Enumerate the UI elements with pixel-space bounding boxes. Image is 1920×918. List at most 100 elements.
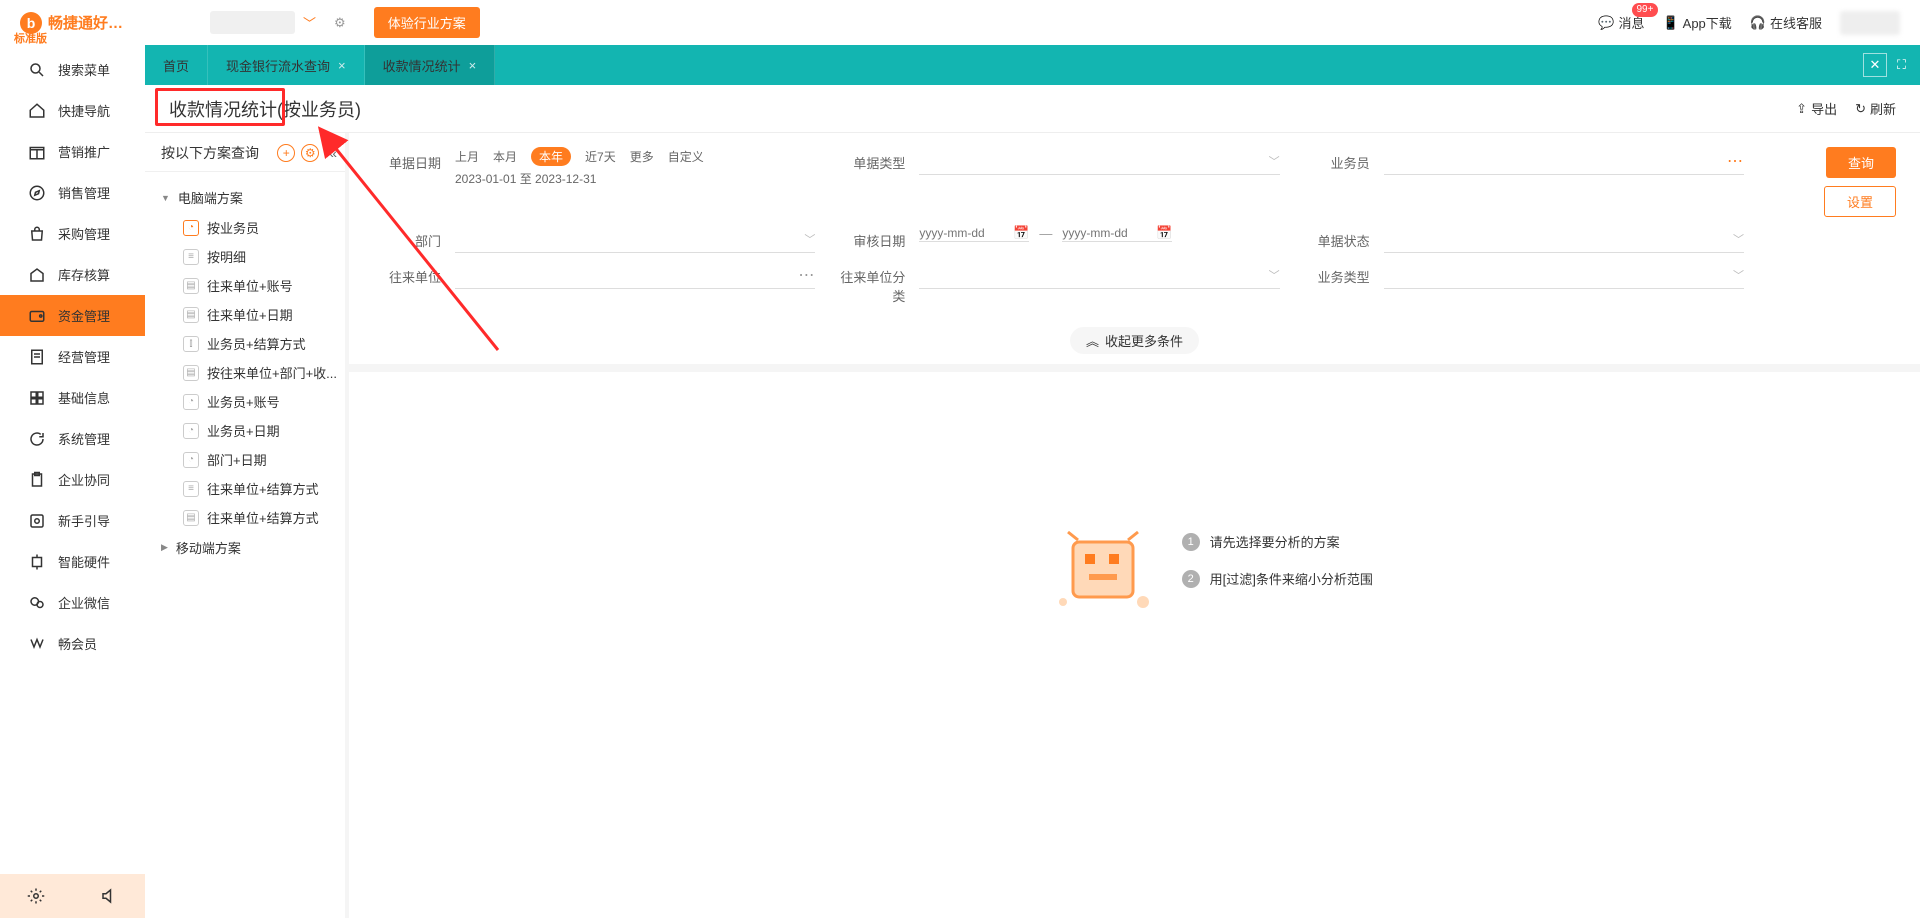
bars-icon: ≡ <box>183 249 199 265</box>
tree-item[interactable]: ▤往来单位+账号 <box>183 271 345 300</box>
tab-strip: 首页 现金银行流水查询× 收款情况统计× ✕ ⛶ <box>145 45 1920 85</box>
clock-icon: ◔ <box>183 394 199 410</box>
close-icon[interactable]: × <box>338 58 346 73</box>
collapse-panel-icon[interactable]: « <box>329 145 337 161</box>
field-dept: 部门 ﹀ <box>373 225 815 253</box>
logo-text: 畅捷通好… <box>48 12 123 33</box>
tree-group-desktop[interactable]: ▼电脑端方案 <box>161 182 345 213</box>
close-all-tabs-button[interactable]: ✕ <box>1863 53 1887 77</box>
biz-type-select[interactable]: ﹀ <box>1384 261 1744 289</box>
sidebar-item-sales[interactable]: 销售管理 <box>0 172 145 213</box>
range-tab-thismonth[interactable]: 本月 <box>493 148 517 165</box>
org-selector[interactable]: ﹀ ⚙ 体验行业方案 <box>210 7 480 38</box>
fullscreen-icon[interactable]: ⛶ <box>1897 57 1906 73</box>
bag-icon <box>28 225 46 243</box>
tree-item[interactable]: ⫾业务员+结算方式 <box>183 329 345 358</box>
range-tab-custom[interactable]: 自定义 <box>668 148 704 165</box>
tip-text: 请先选择要分析的方案 <box>1210 532 1340 551</box>
range-tab-thisyear[interactable]: 本年 <box>531 147 571 166</box>
tree-item-label: 部门+日期 <box>207 450 267 469</box>
dept-select[interactable]: ﹀ <box>455 225 815 253</box>
tree-item-label: 业务员+日期 <box>207 421 280 440</box>
scheme-settings-button[interactable]: ⚙ <box>301 144 319 162</box>
sidebar-item-home[interactable]: 快捷导航 <box>0 90 145 131</box>
gear-icon[interactable]: ⚙ <box>334 15 346 31</box>
clock-icon: ◔ <box>183 452 199 468</box>
date-input[interactable] <box>919 226 999 240</box>
date-input[interactable] <box>1062 226 1142 240</box>
field-audit-date: 审核日期 📅 — 📅 <box>837 225 1279 250</box>
audit-date-to[interactable]: 📅 <box>1062 225 1172 242</box>
scheme-panel-header: 按以下方案查询 + ⚙ « <box>145 133 345 172</box>
messages-link[interactable]: 💬 消息 99+ <box>1598 13 1644 32</box>
sidebar-item-hardware[interactable]: 智能硬件 <box>0 541 145 582</box>
double-up-icon: ︽ <box>1086 331 1099 350</box>
sidebar-item-label: 新手引导 <box>58 511 110 530</box>
audit-date-from[interactable]: 📅 <box>919 225 1029 242</box>
tree-item[interactable]: ▤按往来单位+部门+收... <box>183 358 345 387</box>
sidebar-item-label: 营销推广 <box>58 142 110 161</box>
field-label: 审核日期 <box>837 225 905 250</box>
range-tab-7days[interactable]: 近7天 <box>585 148 616 165</box>
tree-item[interactable]: ◔按业务员 <box>183 213 345 242</box>
date-range-display: 2023-01-01 至 2023-12-31 <box>455 170 815 187</box>
sidebar-item-basic[interactable]: 基础信息 <box>0 377 145 418</box>
tree-item[interactable]: ≡按明细 <box>183 242 345 271</box>
sound-icon[interactable] <box>100 887 118 905</box>
bars-icon: ≡ <box>183 481 199 497</box>
field-doc-date: 单据日期 上月 本月 本年 近7天 更多 自定义 2023-01-01 至 20… <box>373 147 815 187</box>
sidebar-item-collab[interactable]: 企业协同 <box>0 459 145 500</box>
export-button[interactable]: ⇪导出 <box>1796 99 1837 118</box>
collapse-conditions-button[interactable]: ︽ 收起更多条件 <box>1070 327 1199 354</box>
sidebar-item-member[interactable]: 畅会员 <box>0 623 145 664</box>
tab-receipt-stats[interactable]: 收款情况统计× <box>365 45 496 85</box>
sidebar-item-business[interactable]: 经营管理 <box>0 336 145 377</box>
sync-icon <box>28 430 46 448</box>
range-tab-more[interactable]: 更多 <box>630 148 654 165</box>
query-button[interactable]: 查询 <box>1826 147 1896 178</box>
range-tab-lastmonth[interactable]: 上月 <box>455 148 479 165</box>
sidebar-item-system[interactable]: 系统管理 <box>0 418 145 459</box>
tree-item[interactable]: ▤往来单位+结算方式 <box>183 503 345 532</box>
empty-tips: 1请先选择要分析的方案 2用[过滤]条件来缩小分析范围 <box>1182 532 1373 588</box>
doc-status-select[interactable]: ﹀ <box>1384 225 1744 253</box>
sidebar-item-marketing[interactable]: 营销推广 <box>0 131 145 172</box>
setting-button[interactable]: 设置 <box>1824 186 1896 217</box>
salesman-select[interactable]: ⋯ <box>1384 147 1744 175</box>
sidebar-item-wecom[interactable]: 企业微信 <box>0 582 145 623</box>
sidebar-item-guide[interactable]: 新手引导 <box>0 500 145 541</box>
refresh-button[interactable]: ↻刷新 <box>1855 99 1896 118</box>
sidebar-item-funds[interactable]: 资金管理 <box>0 295 145 336</box>
annotation-red-box <box>155 88 285 126</box>
sidebar-item-search[interactable]: 搜索菜单 <box>0 49 145 90</box>
tree-item[interactable]: ◔ 部门+日期 <box>183 445 345 474</box>
collapse-conditions-bar: ︽ 收起更多条件 <box>349 325 1920 364</box>
tree-group-mobile[interactable]: ▶移动端方案 <box>161 532 345 563</box>
wecom-icon <box>28 594 46 612</box>
user-avatar[interactable] <box>1840 11 1900 35</box>
gear-icon[interactable] <box>27 887 45 905</box>
doc-type-select[interactable]: ﹀ <box>919 147 1279 175</box>
partner-select[interactable]: ⋯ <box>455 261 815 289</box>
tree-group-label: 移动端方案 <box>176 538 241 557</box>
sidebar-item-inventory[interactable]: 库存核算 <box>0 254 145 295</box>
refresh-icon: ↻ <box>1855 101 1866 117</box>
support-link[interactable]: 🎧 在线客服 <box>1750 13 1822 32</box>
tab-cashflow[interactable]: 现金银行流水查询× <box>208 45 365 85</box>
close-icon[interactable]: × <box>469 58 477 73</box>
app-download-link[interactable]: 📱 App下载 <box>1662 13 1731 32</box>
field-partner-cat: 往来单位分类 ﹀ <box>837 261 1279 305</box>
tip-row-2: 2用[过滤]条件来缩小分析范围 <box>1182 569 1373 588</box>
tree-item[interactable]: ◔业务员+日期 <box>183 416 345 445</box>
topbar-right: 💬 消息 99+ 📱 App下载 🎧 在线客服 <box>1598 11 1900 35</box>
tree-item[interactable]: ◔业务员+账号 <box>183 387 345 416</box>
partner-cat-select[interactable]: ﹀ <box>919 261 1279 289</box>
sidebar-item-purchase[interactable]: 采购管理 <box>0 213 145 254</box>
experience-button[interactable]: 体验行业方案 <box>374 7 480 38</box>
tree-item[interactable]: ▤往来单位+日期 <box>183 300 345 329</box>
edition-tag: 标准版 <box>14 30 47 46</box>
star-icon <box>28 512 46 530</box>
tab-home[interactable]: 首页 <box>145 45 208 85</box>
add-scheme-button[interactable]: + <box>277 144 295 162</box>
tree-item[interactable]: ≡往来单位+结算方式 <box>183 474 345 503</box>
